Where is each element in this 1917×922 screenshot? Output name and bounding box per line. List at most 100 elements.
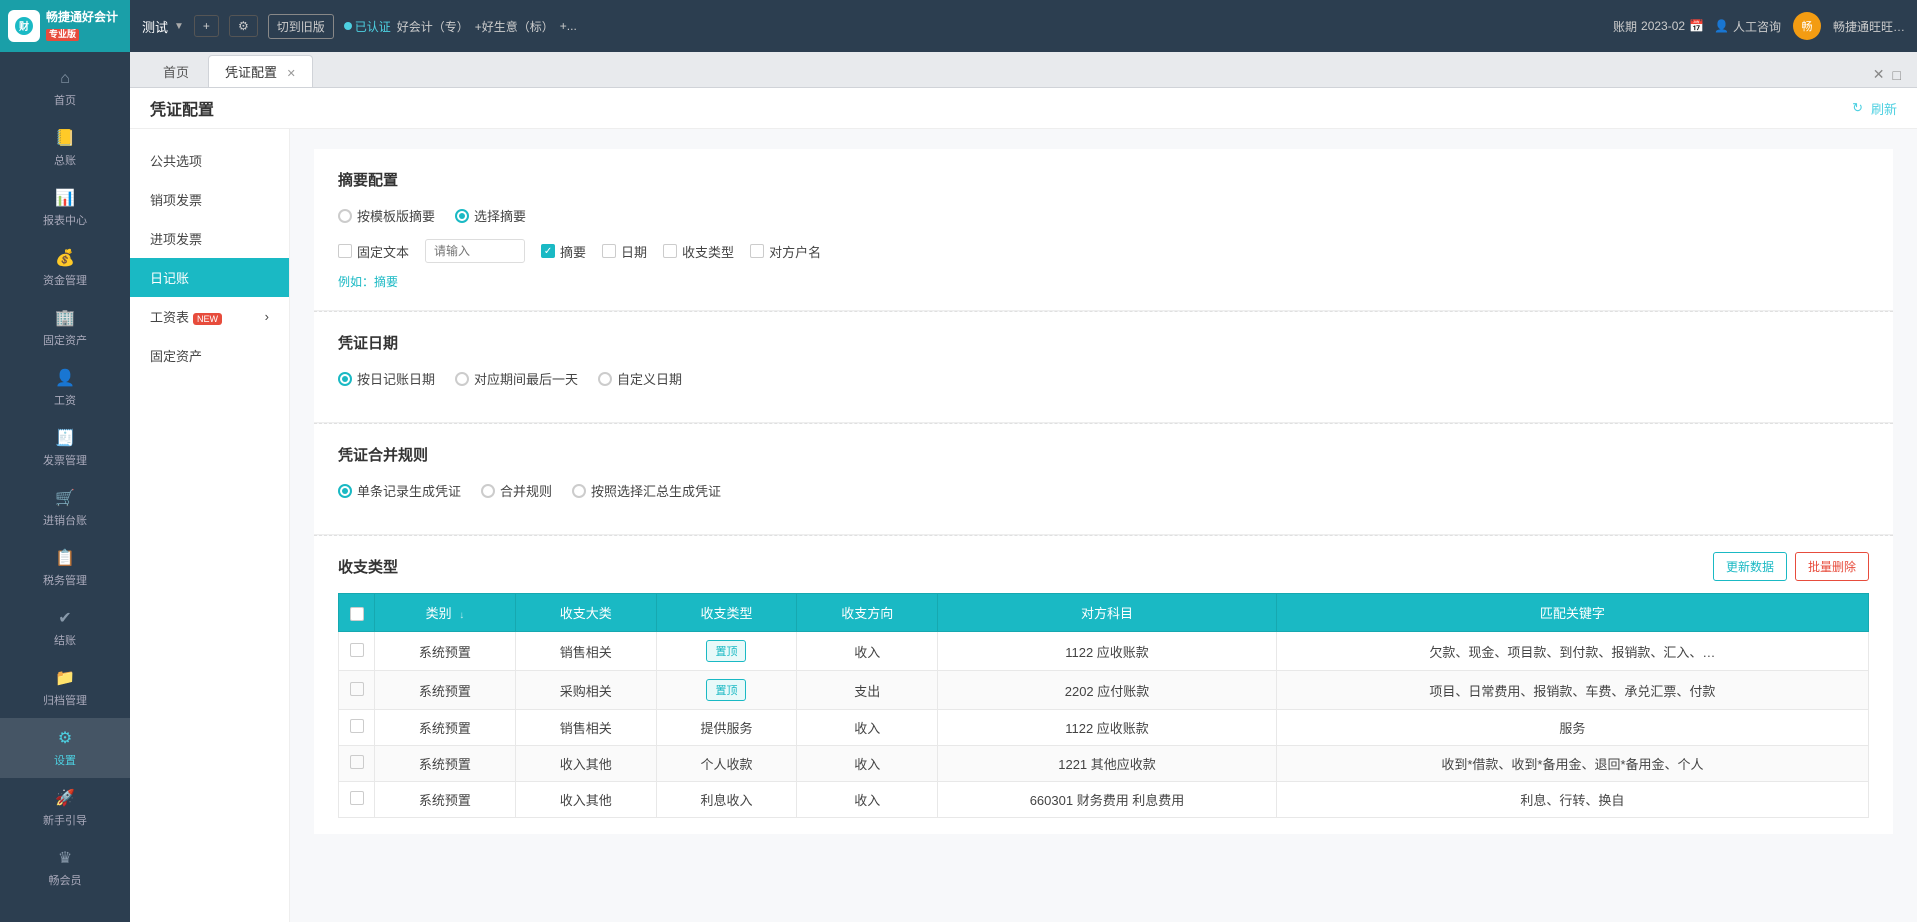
- logo-icon: 财: [8, 10, 40, 42]
- type-tag-1[interactable]: 置顶: [706, 640, 746, 662]
- sidebar-item-salary[interactable]: 👤 工资: [0, 358, 130, 418]
- sidebar-item-reports[interactable]: 📊 报表中心: [0, 178, 130, 238]
- topbar-company[interactable]: 测试 ▼: [142, 17, 184, 36]
- td-type-3: 提供服务: [656, 710, 797, 746]
- refresh-btn[interactable]: ↻ 刷新: [1852, 99, 1897, 118]
- content-area: 公共选项 销项发票 进项发票 日记账 工资表NEW › 固定资产 摘要配置: [130, 129, 1917, 922]
- payroll-expand-icon: ›: [265, 309, 269, 324]
- merge-radio-single[interactable]: 单条记录生成凭证: [338, 481, 461, 500]
- merge-rules-title: 凭证合并规则: [338, 444, 1869, 465]
- checkbox-date[interactable]: 日期: [602, 242, 647, 261]
- tab-close-all-icon[interactable]: ✕: [1873, 66, 1885, 83]
- radio-circle-single: [338, 484, 352, 498]
- sidebar-item-member[interactable]: ♛ 畅会员: [0, 838, 130, 898]
- checkbox-box-fixed: [338, 244, 352, 258]
- merge-rules-section: 凭证合并规则 单条记录生成凭证 合并规则 按照选择汇总生成凭证: [314, 424, 1893, 535]
- th-checkbox: ✓: [339, 594, 375, 632]
- left-menu-purchase-invoice[interactable]: 进项发票: [130, 219, 289, 258]
- td-direction-5: 收入: [797, 782, 938, 818]
- member-icon: ♛: [58, 848, 72, 868]
- checkbox-counterpart[interactable]: 对方户名: [750, 242, 821, 261]
- date-radio-custom[interactable]: 自定义日期: [598, 369, 682, 388]
- row-checkbox-1[interactable]: [350, 643, 364, 657]
- radio-circle-journal: [338, 372, 352, 386]
- row-checkbox-4[interactable]: [350, 755, 364, 769]
- date-radio-period-end[interactable]: 对应期间最后一天: [455, 369, 578, 388]
- checkout-icon: ✔: [58, 608, 71, 628]
- td-category-3: 系统预置: [375, 710, 516, 746]
- sidebar-logo-text: 畅捷通好会计 专业版: [46, 10, 118, 41]
- topbar-consult-btn[interactable]: 👤 人工咨询: [1714, 18, 1781, 35]
- tab-maximize-icon[interactable]: □: [1893, 67, 1901, 83]
- merge-radio-rules[interactable]: 合并规则: [481, 481, 552, 500]
- td-account-4: 1221 其他应收款: [938, 746, 1277, 782]
- batch-delete-btn[interactable]: 批量删除: [1795, 552, 1869, 581]
- invoice-icon: 🧾: [55, 428, 75, 448]
- summary-radio-select[interactable]: 选择摘要: [455, 206, 526, 225]
- checkbox-summary[interactable]: ✓ 摘要: [541, 242, 586, 261]
- row-checkbox-5[interactable]: [350, 791, 364, 805]
- company-dropdown-icon: ▼: [174, 21, 184, 32]
- th-category: 类别 ↓: [375, 594, 516, 632]
- sidebar-item-guide[interactable]: 🚀 新手引导: [0, 778, 130, 838]
- left-menu: 公共选项 销项发票 进项发票 日记账 工资表NEW › 固定资产: [130, 129, 290, 922]
- table-row: 系统预置 收入其他 个人收款 收入 1221 其他应收款 收到*借款、收到*备用…: [339, 746, 1869, 782]
- topbar-add-btn[interactable]: +: [194, 15, 219, 37]
- date-radio-journal[interactable]: 按日记账日期: [338, 369, 435, 388]
- summary-radio-template[interactable]: 按模板版摘要: [338, 206, 435, 225]
- sidebar-item-invoice[interactable]: 🧾 发票管理: [0, 418, 130, 478]
- income-expense-table: ✓ 类别 ↓ 收支大类 收支类型 收支方向 对方科目 匹配关键字: [338, 593, 1869, 818]
- topbar-avatar: 畅: [1793, 12, 1821, 40]
- sidebar-nav: ⌂ 首页 📒 总账 📊 报表中心 💰 资金管理 🏢 固定资产 👤 工资: [0, 52, 130, 922]
- checkbox-box-counterpart: [750, 244, 764, 258]
- period-value: 2023-02: [1641, 19, 1685, 33]
- sidebar-logo: 财 畅捷通好会计 专业版: [0, 0, 130, 52]
- sidebar-item-tax[interactable]: 📋 税务管理: [0, 538, 130, 598]
- left-menu-journal[interactable]: 日记账: [130, 258, 289, 297]
- sidebar-item-archive[interactable]: 📁 归档管理: [0, 658, 130, 718]
- sidebar-item-home[interactable]: ⌂ 首页: [0, 60, 130, 118]
- page-header: 凭证配置 ↻ 刷新: [130, 88, 1917, 129]
- badge-certified: 已认证: [344, 18, 391, 35]
- summary-radio-group: 按模板版摘要 选择摘要: [338, 206, 1869, 225]
- topbar-settings-btn[interactable]: ⚙: [229, 15, 258, 37]
- sidebar-item-ledger[interactable]: 📒 总账: [0, 118, 130, 178]
- purchase-icon: 🛒: [55, 488, 75, 508]
- topbar-switch-btn[interactable]: 切到旧版: [268, 14, 334, 39]
- archive-icon: 📁: [55, 668, 75, 688]
- td-category-1: 系统预置: [375, 632, 516, 671]
- table-row: 系统预置 销售相关 置顶 收入 1122 应收账款 欠款、现金、项目款、到付款、…: [339, 632, 1869, 671]
- fixed-text-input[interactable]: [425, 239, 525, 263]
- checkbox-fixed-text[interactable]: 固定文本: [338, 242, 409, 261]
- voucher-date-section: 凭证日期 按日记账日期 对应期间最后一天 自定义日期: [314, 312, 1893, 423]
- sidebar-item-assets[interactable]: 🏢 固定资产: [0, 298, 130, 358]
- td-keywords-1: 欠款、现金、项目款、到付款、报销款、汇入、…: [1276, 632, 1868, 671]
- type-tag-2[interactable]: 置顶: [706, 679, 746, 701]
- sidebar-item-funds[interactable]: 💰 资金管理: [0, 238, 130, 298]
- left-menu-public[interactable]: 公共选项: [130, 141, 289, 180]
- tab-close-icon[interactable]: ✕: [287, 68, 296, 80]
- topbar-period: 账期 2023-02 📅: [1613, 18, 1704, 35]
- sidebar-item-purchase[interactable]: 🛒 进销台账: [0, 478, 130, 538]
- select-all-checkbox[interactable]: ✓: [350, 607, 364, 621]
- summary-checkbox-row: 固定文本 ✓ 摘要 日期 收支类型: [338, 239, 1869, 263]
- left-menu-fixed-assets[interactable]: 固定资产: [130, 336, 289, 375]
- svg-text:财: 财: [18, 20, 29, 33]
- left-menu-payroll[interactable]: 工资表NEW ›: [130, 297, 289, 336]
- row-checkbox-3[interactable]: [350, 719, 364, 733]
- summary-title: 摘要配置: [338, 169, 1869, 190]
- tab-voucher-config[interactable]: 凭证配置 ✕: [208, 55, 313, 87]
- td-major-2: 采购相关: [515, 671, 656, 710]
- update-data-btn[interactable]: 更新数据: [1713, 552, 1787, 581]
- badge-more: +...: [560, 19, 577, 33]
- sidebar-item-settings[interactable]: ⚙ 设置: [0, 718, 130, 778]
- row-checkbox-2[interactable]: [350, 682, 364, 696]
- checkbox-type[interactable]: 收支类型: [663, 242, 734, 261]
- badge-product1: 好会计（专）: [397, 18, 469, 35]
- left-menu-sales-invoice[interactable]: 销项发票: [130, 180, 289, 219]
- tab-home[interactable]: 首页: [146, 55, 206, 87]
- td-major-5: 收入其他: [515, 782, 656, 818]
- sidebar-item-checkout[interactable]: ✔ 结账: [0, 598, 130, 658]
- merge-radio-summary[interactable]: 按照选择汇总生成凭证: [572, 481, 721, 500]
- income-expense-title: 收支类型: [338, 556, 398, 577]
